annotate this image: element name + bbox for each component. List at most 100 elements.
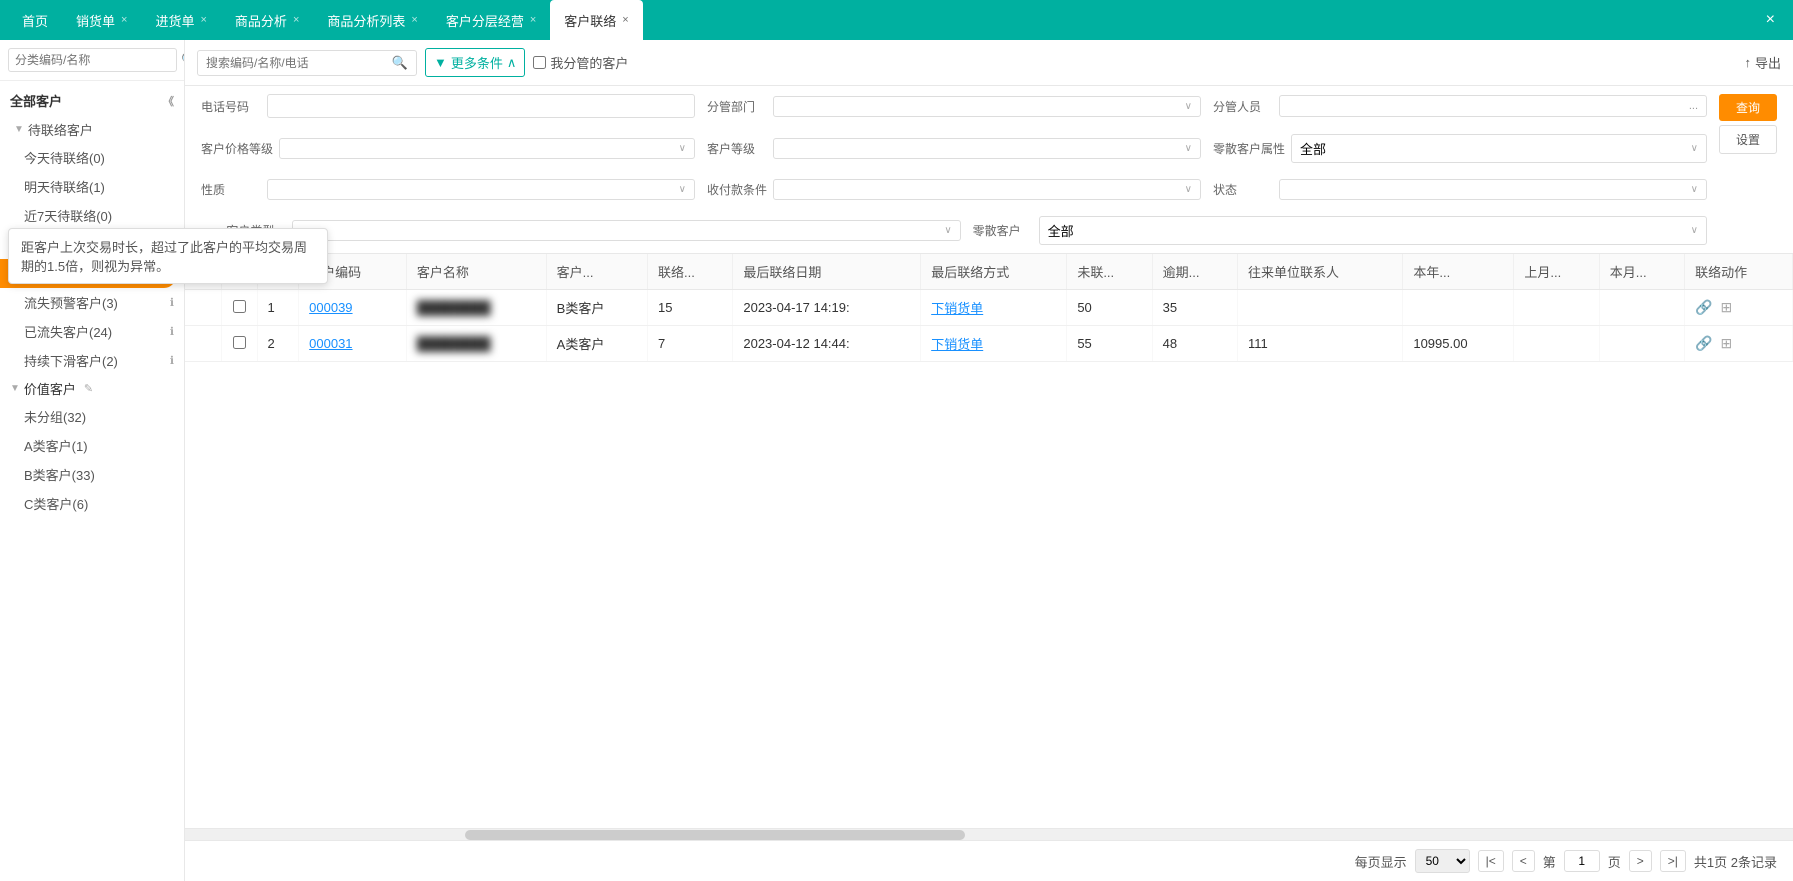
nav-sales-order[interactable]: 销货单 × [62, 0, 141, 40]
close-product-analysis-icon[interactable]: × [293, 14, 299, 26]
td-last-way-1[interactable]: 下销货单 [921, 290, 1067, 326]
filter-payment: 收付款条件 ∨ [707, 179, 1201, 200]
nav-purchase-order[interactable]: 进货单 × [141, 0, 220, 40]
td-this-month-1 [1599, 290, 1684, 326]
th-this-year[interactable]: 本年... [1403, 254, 1514, 290]
filter-price-level: 客户价格等级 ∨ [201, 138, 695, 159]
sidebar-item-class-c[interactable]: C类客户(6) [0, 489, 184, 518]
phone-input[interactable] [267, 94, 695, 118]
retail-customer-select[interactable]: 全部 ∨ [1039, 216, 1707, 245]
row-checkbox-2[interactable] [233, 336, 246, 349]
row-checkbox-1[interactable] [233, 300, 246, 313]
retail-attr-select[interactable]: 全部 ∨ [1291, 134, 1707, 163]
status-select[interactable]: ∨ [1279, 179, 1707, 200]
info-icon-4[interactable]: ℹ [170, 354, 174, 367]
th-overdue[interactable]: 逾期... [1152, 254, 1237, 290]
my-customer-checkbox-label[interactable]: 我分管的客户 [533, 53, 628, 72]
sidebar-value-group[interactable]: ▼ 价值客户 ✎ [0, 375, 184, 402]
info-icon-2[interactable]: ℹ [170, 296, 174, 309]
first-page-button[interactable]: |< [1478, 850, 1504, 872]
filter-gender: 性质 ∨ [201, 179, 695, 200]
customer-type-select[interactable]: ∨ [292, 220, 960, 241]
th-last-contact-date[interactable]: 最后联络日期 [733, 254, 921, 290]
td-name-2[interactable]: ████████ [406, 326, 546, 362]
td-name-1[interactable]: ████████ [406, 290, 546, 326]
sidebar-item-tomorrow-pending[interactable]: 明天待联络(1) [0, 172, 184, 201]
last-page-button[interactable]: >| [1660, 850, 1686, 872]
td-checkbox-2[interactable] [221, 326, 257, 362]
export-button[interactable]: ↑ 导出 [1744, 53, 1781, 72]
td-checkbox-1[interactable] [221, 290, 257, 326]
sidebar-item-class-b[interactable]: B类客户(33) [0, 460, 184, 489]
row-actions-1: 🔗 ⊞ [1695, 299, 1782, 316]
td-code-1[interactable]: 000039 [299, 290, 407, 326]
more-icon-2[interactable]: ⊞ [1721, 335, 1733, 352]
contact-icon-1[interactable]: 🔗 [1695, 299, 1712, 316]
export-icon: ↑ [1744, 55, 1751, 70]
th-name[interactable]: 客户名称 [406, 254, 546, 290]
settings-button[interactable]: 设置 [1719, 125, 1777, 154]
page-input[interactable]: 1 [1564, 850, 1600, 872]
customer-level-select[interactable]: ∨ [773, 138, 1201, 159]
sidebar-item-week-pending[interactable]: 近7天待联络(0) [0, 201, 184, 230]
th-level[interactable]: 客户... [546, 254, 647, 290]
close-product-analysis-list-icon[interactable]: × [411, 14, 417, 26]
th-last-month[interactable]: 上月... [1514, 254, 1599, 290]
sidebar-collapse-icon[interactable]: 《 [163, 93, 174, 109]
sidebar-item-churn-warning[interactable]: 流失预警客户(3) ℹ [0, 288, 184, 317]
close-sales-order-icon[interactable]: × [121, 14, 127, 26]
toolbar: 🔍 ▼ 更多条件 ∧ 我分管的客户 ↑ 导出 [185, 40, 1793, 86]
sidebar-all-customers[interactable]: 全部客户 《 [0, 85, 184, 116]
sidebar-item-churned[interactable]: 已流失客户(24) ℹ [0, 317, 184, 346]
payment-select[interactable]: ∨ [773, 179, 1201, 200]
nav-customer-tier[interactable]: 客户分层经营 × [432, 0, 550, 40]
search-input[interactable] [206, 56, 392, 70]
ellipsis-icon: ... [1689, 100, 1698, 112]
sidebar-group-pending[interactable]: ▼ 待联络客户 [0, 116, 184, 143]
sidebar-item-class-a[interactable]: A类客户(1) [0, 431, 184, 460]
sidebar-item-ungroup[interactable]: 未分组(32) [0, 402, 184, 431]
gender-select[interactable]: ∨ [267, 179, 695, 200]
horizontal-scrollbar[interactable] [185, 828, 1793, 840]
edit-icon[interactable]: ✎ [84, 382, 93, 395]
sidebar-search-input[interactable] [8, 48, 177, 72]
info-icon-3[interactable]: ℹ [170, 325, 174, 338]
more-filter-button[interactable]: ▼ 更多条件 ∧ [425, 48, 525, 77]
window-close-button[interactable]: × [1756, 11, 1785, 29]
more-icon-1[interactable]: ⊞ [1721, 299, 1733, 316]
prev-page-button[interactable]: < [1512, 850, 1535, 872]
sidebar-item-today-pending[interactable]: 今天待联络(0) [0, 143, 184, 172]
person-select[interactable]: ... [1279, 95, 1707, 117]
th-this-month[interactable]: 本月... [1599, 254, 1684, 290]
th-contact[interactable]: 联络... [648, 254, 733, 290]
close-purchase-order-icon[interactable]: × [200, 14, 206, 26]
next-page-button[interactable]: > [1629, 850, 1652, 872]
scrollbar-thumb[interactable] [465, 830, 965, 840]
nav-customer-contact[interactable]: 客户联络 × [550, 0, 642, 40]
td-last-way-2[interactable]: 下销货单 [921, 326, 1067, 362]
td-unit-contacts-1 [1238, 290, 1403, 326]
th-unit-contacts[interactable]: 往来单位联系人 [1238, 254, 1403, 290]
close-customer-contact-icon[interactable]: × [622, 14, 628, 26]
close-customer-tier-icon[interactable]: × [530, 14, 536, 26]
nav-product-analysis[interactable]: 商品分析 × [221, 0, 313, 40]
search-icon[interactable]: 🔍 [392, 55, 408, 71]
query-button[interactable]: 查询 [1719, 94, 1777, 121]
page-unit: 页 [1608, 852, 1621, 871]
filter-row-1: 电话号码 分管部门 ∨ 分管人员 [201, 94, 1707, 118]
search-box: 🔍 [197, 50, 417, 76]
th-uncontacted[interactable]: 未联... [1067, 254, 1152, 290]
sidebar-item-declining[interactable]: 持续下滑客户(2) ℹ [0, 346, 184, 375]
th-last-contact-way[interactable]: 最后联络方式 [921, 254, 1067, 290]
td-last-month-1 [1514, 290, 1599, 326]
dept-select[interactable]: ∨ [773, 96, 1201, 117]
gender-label: 性质 [201, 181, 261, 198]
per-page-select[interactable]: 50 20 100 [1415, 849, 1470, 873]
nav-home[interactable]: 首页 [8, 0, 62, 40]
my-customer-checkbox[interactable] [533, 56, 546, 69]
td-last-month-2 [1514, 326, 1599, 362]
price-level-select[interactable]: ∨ [279, 138, 695, 159]
contact-icon-2[interactable]: 🔗 [1695, 335, 1712, 352]
td-code-2[interactable]: 000031 [299, 326, 407, 362]
nav-product-analysis-list[interactable]: 商品分析列表 × [313, 0, 431, 40]
